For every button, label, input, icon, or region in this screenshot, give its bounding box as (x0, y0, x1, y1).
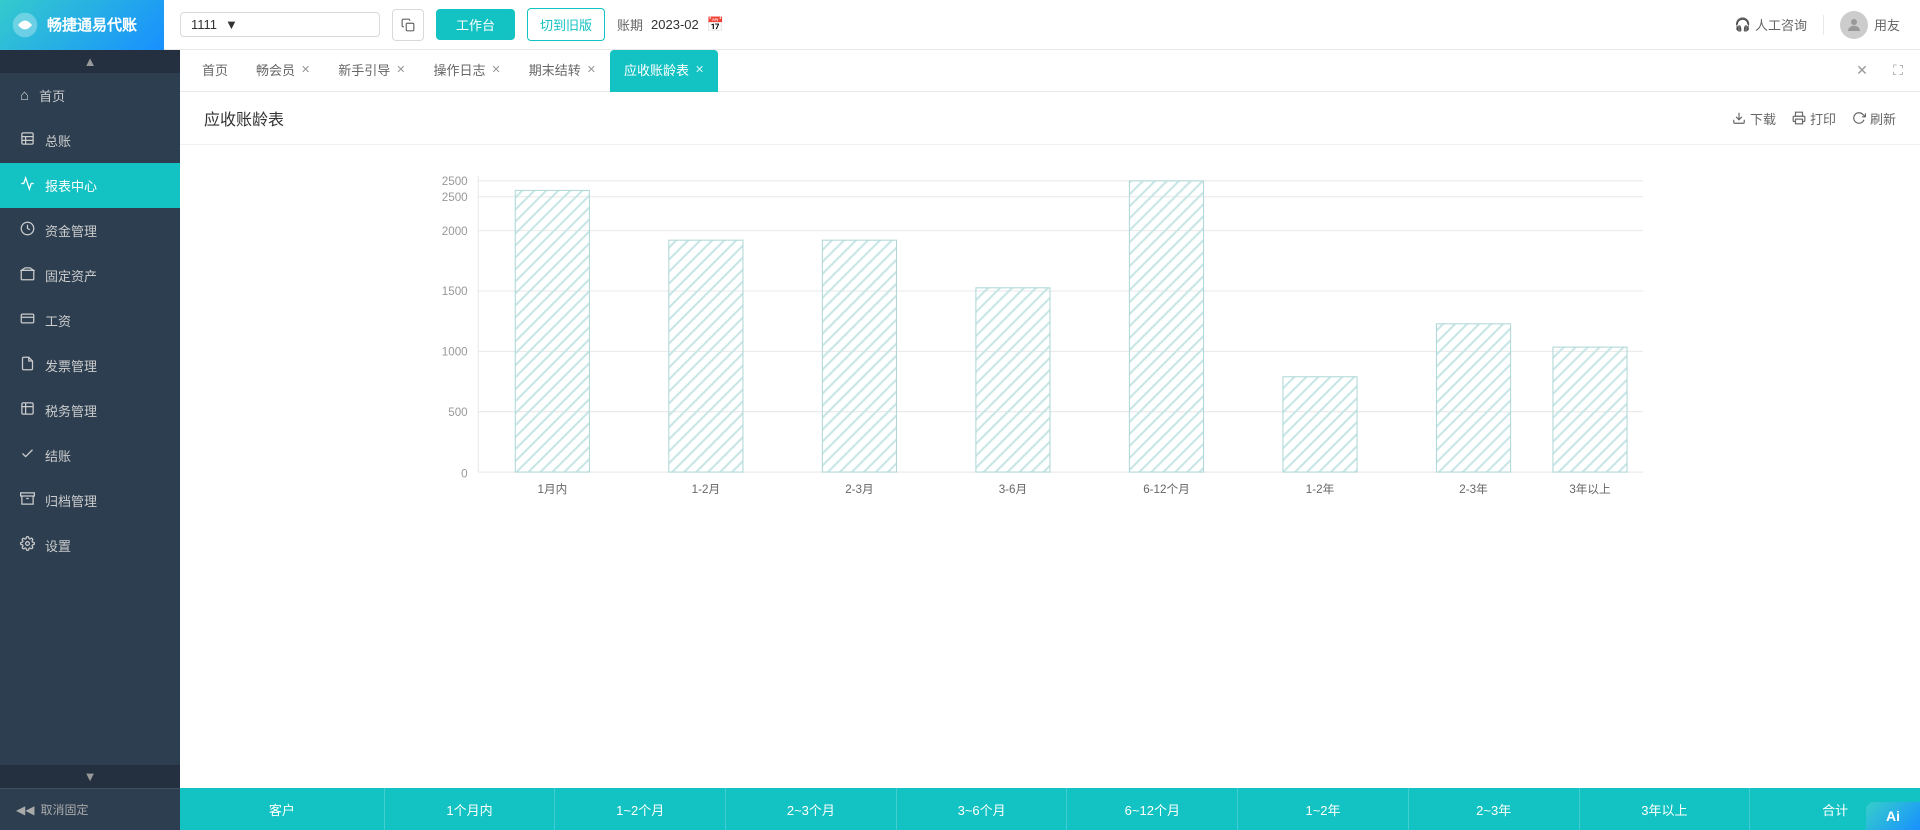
svg-text:1500: 1500 (442, 285, 468, 298)
sidebar-item-settings[interactable]: 设置 (0, 523, 180, 568)
svg-text:0: 0 (461, 467, 468, 480)
ledger-icon (20, 131, 35, 150)
scroll-up-arrow[interactable]: ▲ (0, 50, 180, 73)
svg-text:2500: 2500 (442, 191, 468, 204)
close-tab-action[interactable]: ✕ (1848, 57, 1876, 85)
sidebar: ▲ ⌂ 首页 总账 报表中心 (0, 50, 180, 830)
sidebar-item-funds[interactable]: 资金管理 (0, 208, 180, 253)
tab-period-end[interactable]: 期末结转 ✕ (515, 50, 610, 92)
chevron-down-icon: ▼ (225, 17, 238, 32)
print-icon (1792, 111, 1806, 125)
scroll-down-arrow[interactable]: ▼ (0, 765, 180, 788)
checkout-icon (20, 446, 35, 465)
sidebar-item-ledger[interactable]: 总账 (0, 118, 180, 163)
copy-button[interactable] (392, 9, 424, 41)
reports-icon (20, 176, 35, 195)
switch-version-button[interactable]: 切到旧版 (527, 8, 605, 41)
workbench-button[interactable]: 工作台 (436, 9, 515, 40)
tab-bar: 首页 畅会员 ✕ 新手引导 ✕ 操作日志 ✕ 期末结转 ✕ (180, 50, 1920, 92)
chart-container: 0 500 1000 1500 2000 2500 2500 (180, 145, 1920, 548)
archive-icon (20, 491, 35, 510)
sidebar-item-assets[interactable]: 固定资产 (0, 253, 180, 298)
settings-icon (20, 536, 35, 555)
col-3-6month: 3~6个月 (897, 788, 1068, 830)
table-header: 客户 1个月内 1~2个月 2~3个月 3~6个月 6~12个月 (180, 788, 1920, 830)
svg-text:2000: 2000 (442, 225, 468, 238)
avatar (1840, 11, 1868, 39)
sidebar-item-salary[interactable]: 工资 (0, 298, 180, 343)
logo: 畅捷通易代账 (0, 0, 164, 50)
unpin-button[interactable]: ◀◀ 取消固定 (0, 788, 180, 830)
sidebar-item-tax[interactable]: 税务管理 (0, 388, 180, 433)
tab-guide[interactable]: 新手引导 ✕ (324, 50, 419, 92)
svg-text:500: 500 (448, 406, 468, 419)
col-2-3month: 2~3个月 (726, 788, 897, 830)
tab-close-guide[interactable]: ✕ (396, 63, 405, 76)
salary-icon (20, 311, 35, 330)
assets-icon (20, 266, 35, 285)
tax-icon (20, 401, 35, 420)
tab-close-period-end[interactable]: ✕ (587, 63, 596, 76)
col-1month: 1个月内 (385, 788, 556, 830)
funds-icon (20, 221, 35, 240)
tab-member[interactable]: 畅会员 ✕ (242, 50, 324, 92)
refresh-icon (1852, 111, 1866, 125)
print-button[interactable]: 打印 (1792, 109, 1836, 128)
col-3year-plus: 3年以上 (1580, 788, 1751, 830)
invoice-icon (20, 356, 35, 375)
col-6-12month: 6~12个月 (1067, 788, 1238, 830)
svg-text:1-2年: 1-2年 (1306, 482, 1335, 496)
tab-home[interactable]: 首页 (188, 50, 242, 92)
svg-text:1月内: 1月内 (537, 482, 567, 496)
home-icon: ⌂ (20, 87, 29, 104)
page-content: 应收账龄表 下载 打印 刷 (180, 92, 1920, 788)
sidebar-item-reports[interactable]: 报表中心 (0, 163, 180, 208)
col-1-2year: 1~2年 (1238, 788, 1409, 830)
tab-close-oplog[interactable]: ✕ (492, 63, 501, 76)
tab-aging[interactable]: 应收账龄表 ✕ (610, 50, 718, 92)
sidebar-item-invoice[interactable]: 发票管理 (0, 343, 180, 388)
col-customer: 客户 (180, 788, 385, 830)
svg-text:2-3年: 2-3年 (1459, 482, 1488, 496)
sidebar-item-checkout[interactable]: 结账 (0, 433, 180, 478)
consult-button[interactable]: 🎧 人工咨询 (1735, 15, 1807, 34)
page-title: 应收账龄表 (204, 106, 284, 130)
download-button[interactable]: 下载 (1732, 109, 1776, 128)
headset-icon: 🎧 (1735, 17, 1751, 33)
svg-text:2-3月: 2-3月 (845, 483, 873, 496)
page-actions: 下载 打印 刷新 (1732, 109, 1896, 128)
download-icon (1732, 111, 1746, 125)
tab-close-aging[interactable]: ✕ (695, 63, 704, 76)
svg-text:2500: 2500 (442, 175, 468, 188)
expand-tab-action[interactable]: ⛶ (1884, 57, 1912, 85)
col-1-2month: 1~2个月 (555, 788, 726, 830)
refresh-button[interactable]: 刷新 (1852, 109, 1896, 128)
calendar-icon[interactable]: 📅 (707, 16, 724, 33)
col-2-3year: 2~3年 (1409, 788, 1580, 830)
svg-text:3年以上: 3年以上 (1569, 482, 1611, 496)
page-header: 应收账龄表 下载 打印 刷 (180, 92, 1920, 145)
tab-oplog[interactable]: 操作日志 ✕ (419, 50, 514, 92)
svg-text:3-6月: 3-6月 (999, 483, 1027, 496)
ai-badge[interactable]: Ai (1866, 802, 1920, 830)
bar-chart: 0 500 1000 1500 2000 2500 2500 (204, 165, 1896, 525)
content-area: 首页 畅会员 ✕ 新手引导 ✕ 操作日志 ✕ 期末结转 ✕ (180, 50, 1920, 830)
tab-close-member[interactable]: ✕ (301, 63, 310, 76)
period-area: 账期 2023-02 📅 (617, 15, 724, 34)
sidebar-item-archive[interactable]: 归档管理 (0, 478, 180, 523)
svg-text:1-2月: 1-2月 (692, 483, 720, 496)
pin-icon: ◀◀ (16, 803, 34, 817)
sidebar-item-home[interactable]: ⌂ 首页 (0, 73, 180, 118)
company-selector[interactable]: 1111 ▼ (180, 12, 380, 37)
user-menu[interactable]: 用友 (1840, 11, 1900, 39)
svg-text:6-12个月: 6-12个月 (1143, 483, 1190, 496)
svg-text:1000: 1000 (442, 346, 468, 359)
